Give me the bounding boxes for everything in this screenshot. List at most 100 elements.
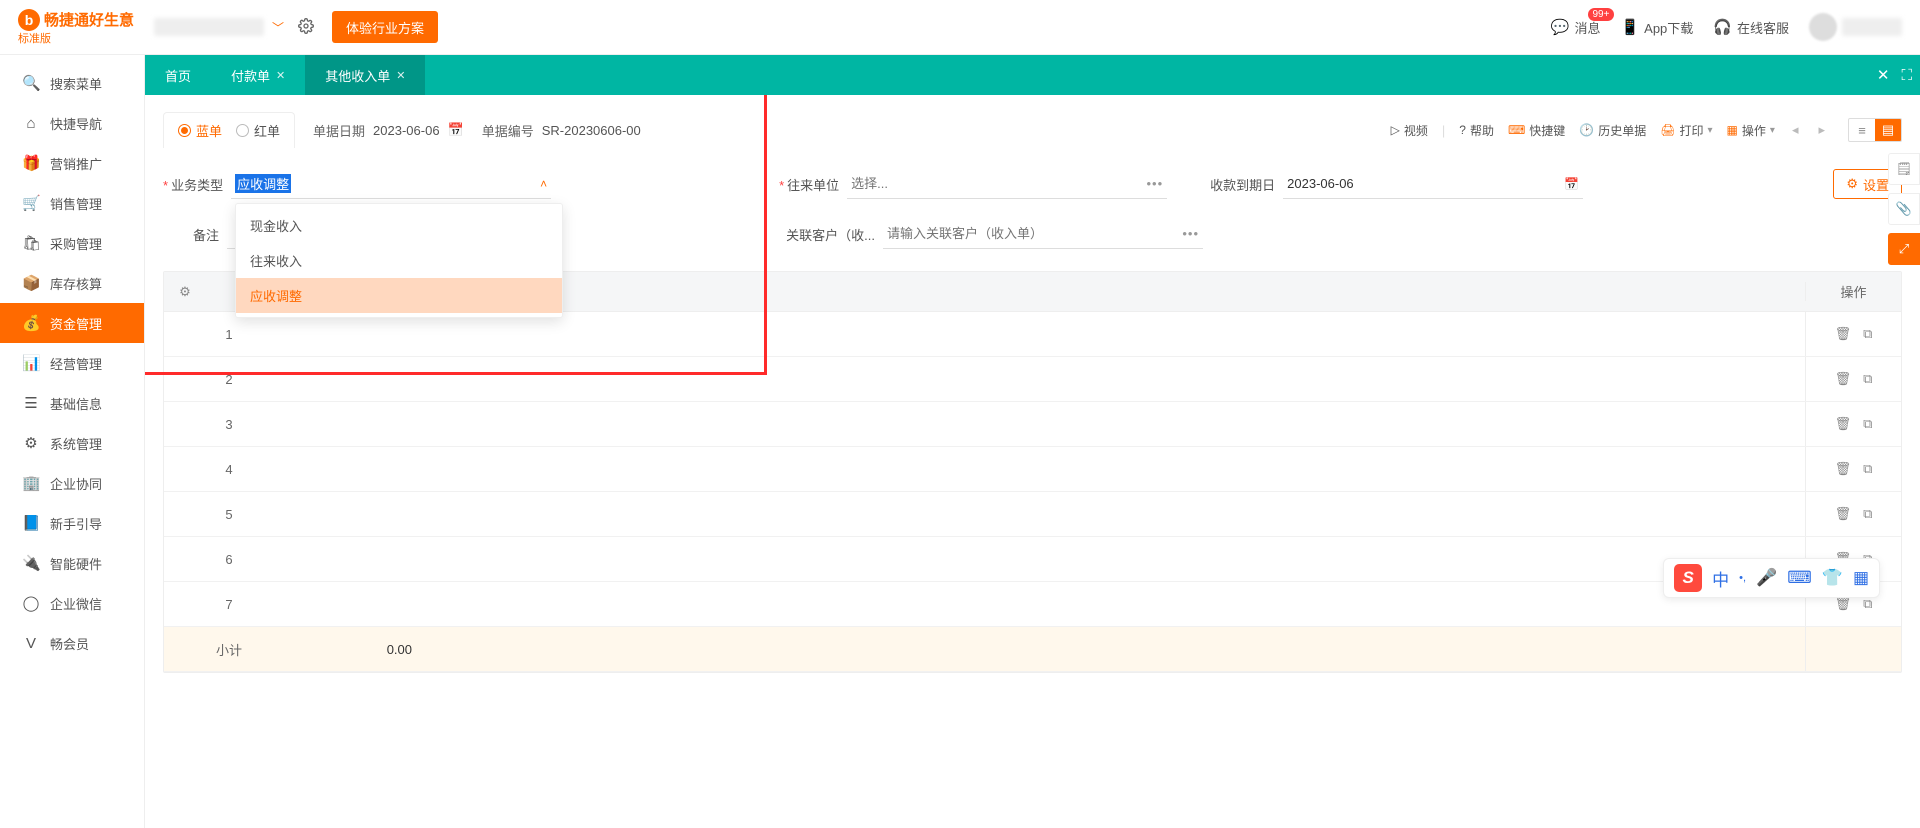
close-all-icon[interactable]: ✕ xyxy=(1877,66,1890,84)
sidebar-item-guide[interactable]: 📘新手引导 xyxy=(0,503,144,543)
sidebar-item-inventory[interactable]: 📦库存核算 xyxy=(0,263,144,303)
table-row[interactable]: 5🗑⧉ xyxy=(164,492,1901,537)
copy-icon[interactable]: ⧉ xyxy=(1863,506,1872,522)
table-row[interactable]: 1🗑⧉ xyxy=(164,312,1901,357)
delete-icon[interactable]: 🗑 xyxy=(1835,506,1852,522)
sidebar-item-funds[interactable]: 💰资金管理 xyxy=(0,303,144,343)
sidebar-item-wecom[interactable]: ◯企业微信 xyxy=(0,583,144,623)
gear-icon[interactable] xyxy=(298,18,314,37)
sidebar-item-hardware[interactable]: 🔌智能硬件 xyxy=(0,543,144,583)
fullscreen-icon[interactable]: ⛶ xyxy=(1901,67,1912,84)
more-icon[interactable]: ••• xyxy=(1182,226,1199,241)
remark-label: 备注 xyxy=(163,225,219,244)
copy-icon[interactable]: ⧉ xyxy=(1863,371,1872,387)
view-list-icon[interactable]: ≡ xyxy=(1849,119,1875,141)
rail-attach-icon[interactable]: 📎 xyxy=(1888,193,1920,225)
due-date-input[interactable]: 2023-06-06 📅 xyxy=(1283,169,1583,199)
sidebar-item-purchase[interactable]: 🛍采购管理 xyxy=(0,223,144,263)
copy-icon[interactable]: ⧉ xyxy=(1863,326,1872,342)
chevron-up-icon[interactable]: ˄ xyxy=(540,177,547,191)
radio-label: 蓝单 xyxy=(196,121,222,140)
tool-print[interactable]: 🖨打印▾ xyxy=(1660,122,1712,139)
sidebar-item-marketing[interactable]: 🎁营销推广 xyxy=(0,143,144,183)
rail-note-icon[interactable]: 🗒 xyxy=(1888,153,1920,185)
tab-home[interactable]: 首页 xyxy=(145,55,211,95)
user-menu[interactable] xyxy=(1809,13,1902,41)
delete-icon[interactable]: 🗑 xyxy=(1835,461,1852,477)
biz-type-input[interactable]: 应收调整 ˄ xyxy=(231,169,551,199)
party-input-text[interactable] xyxy=(851,176,1163,191)
tab-payment[interactable]: 付款单✕ xyxy=(211,55,305,95)
tab-other-income[interactable]: 其他收入单✕ xyxy=(305,55,425,95)
tool-video[interactable]: ▷视频 xyxy=(1391,122,1428,139)
table-row[interactable]: 3 🗑 ⧉ xyxy=(164,402,1901,447)
app-download-link[interactable]: 📱 App下载 xyxy=(1620,18,1693,37)
tool-help[interactable]: ?帮助 xyxy=(1459,122,1494,139)
table-row[interactable]: 2🗑⧉ xyxy=(164,357,1901,402)
sidebar-item-basic-info[interactable]: ☰基础信息 xyxy=(0,383,144,423)
delete-icon[interactable]: 🗑 xyxy=(1835,596,1852,612)
table-row[interactable]: 6🗑⧉ xyxy=(164,537,1901,582)
sidebar-item-label: 新手引导 xyxy=(50,514,102,533)
more-icon[interactable]: ••• xyxy=(1147,176,1164,191)
sidebar-item-system[interactable]: ⚙系统管理 xyxy=(0,423,144,463)
wechat-icon: ◯ xyxy=(22,594,40,612)
table-settings-icon[interactable]: ⚙ xyxy=(164,284,206,300)
row-op-cell: 🗑⧉ xyxy=(1805,357,1901,401)
cta-button[interactable]: 体验行业方案 xyxy=(332,11,438,43)
report-icon: 📊 xyxy=(22,354,40,372)
close-icon[interactable]: ✕ xyxy=(396,69,405,82)
dropdown-option[interactable]: 往来收入 xyxy=(236,243,562,278)
radio-blue[interactable]: 蓝单 xyxy=(178,121,222,140)
ime-grid-icon[interactable]: ▦ xyxy=(1853,568,1869,588)
party-input[interactable]: ••• xyxy=(847,169,1167,199)
ime-floating-bar[interactable]: S 中 •, 🎤 ⌨ 👕 ▦ xyxy=(1663,558,1880,598)
tool-history[interactable]: 🕑历史单据 xyxy=(1579,122,1646,139)
doc-date-label: 单据日期 xyxy=(313,121,365,140)
sidebar-item-collab[interactable]: 🏢企业协同 xyxy=(0,463,144,503)
party-label: *往来单位 xyxy=(779,175,839,194)
messages-link[interactable]: 💬 消息 99+ xyxy=(1551,18,1601,37)
account-dropdown[interactable]: ﹀ xyxy=(154,18,284,36)
sidebar-item-operations[interactable]: 📊经营管理 xyxy=(0,343,144,383)
toolbar: ▷视频 | ?帮助 ⌨快捷键 🕑历史单据 🖨打印▾ ▦操作▾ ◂ ▸ ≡ ▤ xyxy=(1391,118,1902,142)
delete-icon[interactable]: 🗑 xyxy=(1835,416,1852,432)
ime-punct-icon[interactable]: •, xyxy=(1739,572,1746,584)
chat-icon: 💬 xyxy=(1551,18,1570,36)
tool-hotkey[interactable]: ⌨快捷键 xyxy=(1508,122,1565,139)
table-row[interactable]: 4🗑⧉ xyxy=(164,447,1901,492)
next-icon[interactable]: ▸ xyxy=(1815,122,1828,138)
copy-icon[interactable]: ⧉ xyxy=(1863,461,1872,477)
link-customer-input[interactable]: ••• xyxy=(883,219,1203,249)
ime-skin-icon[interactable]: 👕 xyxy=(1822,568,1843,588)
ime-keyboard-icon[interactable]: ⌨ xyxy=(1787,568,1812,588)
dropdown-option[interactable]: 现金收入 xyxy=(236,208,562,243)
view-form-icon[interactable]: ▤ xyxy=(1875,119,1901,141)
sidebar-item-sales[interactable]: 🛒销售管理 xyxy=(0,183,144,223)
brand-mark: b xyxy=(18,9,40,31)
support-link[interactable]: 🎧 在线客服 xyxy=(1713,18,1789,37)
row-index: 3 xyxy=(206,417,252,432)
table-row[interactable]: 7🗑⧉ xyxy=(164,582,1901,627)
sidebar-item-search-menu[interactable]: 🔍搜索菜单 xyxy=(0,63,144,103)
delete-icon[interactable]: 🗑 xyxy=(1835,371,1852,387)
copy-icon[interactable]: ⧉ xyxy=(1863,596,1872,612)
sidebar-item-quick-nav[interactable]: ⌂快捷导航 xyxy=(0,103,144,143)
calendar-icon[interactable]: 📅 xyxy=(448,122,464,138)
ime-mic-icon[interactable]: 🎤 xyxy=(1756,568,1777,588)
prev-icon[interactable]: ◂ xyxy=(1789,122,1802,138)
tool-ops[interactable]: ▦操作▾ xyxy=(1727,122,1775,139)
sidebar-item-member[interactable]: V畅会员 xyxy=(0,623,144,663)
dropdown-option[interactable]: 应收调整 xyxy=(236,278,562,313)
close-icon[interactable]: ✕ xyxy=(276,69,285,82)
building-icon: 🏢 xyxy=(22,474,40,492)
doc-date-value[interactable]: 2023-06-06 xyxy=(373,123,440,138)
copy-icon[interactable]: ⧉ xyxy=(1863,416,1872,432)
delete-icon[interactable]: 🗑 xyxy=(1835,326,1852,342)
radio-red[interactable]: 红单 xyxy=(236,121,280,140)
link-customer-input-text[interactable] xyxy=(887,226,1199,241)
doc-no-value: SR-20230606-00 xyxy=(542,123,641,138)
calendar-icon[interactable]: 📅 xyxy=(1564,177,1579,191)
ime-lang[interactable]: 中 xyxy=(1712,566,1729,591)
rail-expand-icon[interactable]: ⤢ xyxy=(1888,233,1920,265)
